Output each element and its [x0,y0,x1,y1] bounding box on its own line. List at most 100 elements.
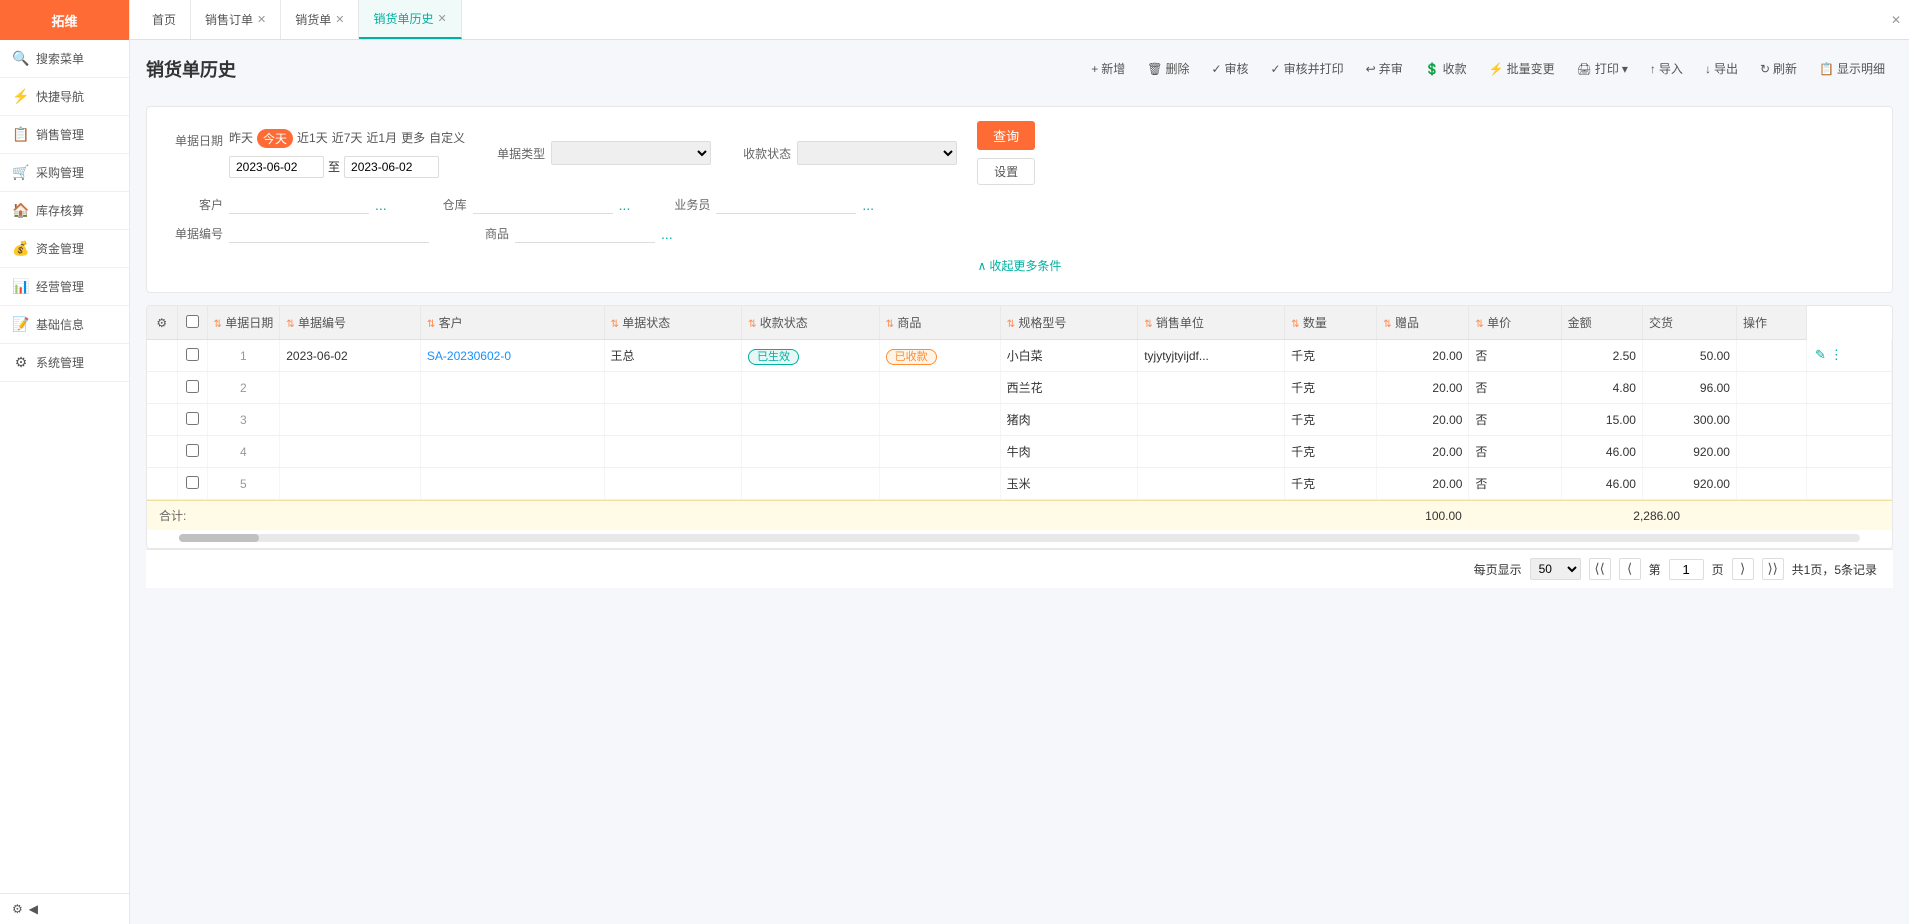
per-page-select[interactable]: 50 100 [1530,558,1581,580]
shortcut-1day[interactable]: 近1天 [297,129,328,148]
review-print-button[interactable]: ✓ 审核并打印 [1263,56,1352,81]
goods-input[interactable] [515,224,655,243]
sidebar-item-basic-info[interactable]: 📝 基础信息 [0,306,129,344]
shortcut-custom[interactable]: 自定义 [429,129,465,148]
date-from-input[interactable] [229,156,324,178]
sidebar-item-inventory[interactable]: 🏠 库存核算 [0,192,129,230]
col-quantity[interactable]: ⇅ 数量 [1285,306,1377,340]
sidebar-bottom-settings[interactable]: ⚙ ◀ [0,894,129,924]
col-spec[interactable]: ⇅ 规格型号 [1000,306,1138,340]
row-action[interactable] [1806,372,1891,404]
row-doc-no[interactable] [420,372,604,404]
sidebar-item-fund-mgmt[interactable]: 💰 资金管理 [0,230,129,268]
warehouse-input[interactable] [473,195,613,214]
scroll-thumb[interactable] [179,534,259,542]
table-checkbox-header[interactable] [177,306,207,340]
customer-dots-btn[interactable]: ... [375,197,387,213]
row-action[interactable] [1806,436,1891,468]
sidebar-item-quick-nav[interactable]: ⚡ 快捷导航 [0,78,129,116]
shortcut-yesterday[interactable]: 昨天 [229,129,253,148]
tab-bar-close-all[interactable]: ✕ [1891,13,1901,27]
col-gift[interactable]: ⇅ 赠品 [1377,306,1469,340]
tab-close-sales-order[interactable]: ✕ [257,13,266,26]
delete-button[interactable]: 🗑 删除 [1139,56,1197,81]
date-to-input[interactable] [344,156,439,178]
sidebar-item-search-menu[interactable]: 🔍 搜索菜单 [0,40,129,78]
row-checkbox-cell[interactable] [177,372,207,404]
warehouse-dots-btn[interactable]: ... [619,197,631,213]
doc-no-input[interactable] [229,224,429,243]
new-button[interactable]: + 新增 [1083,56,1133,81]
row-customer [604,372,742,404]
col-doc-no[interactable]: ⇅ 单据编号 [280,306,421,340]
review-button[interactable]: ✓ 审核 [1203,56,1256,81]
row-action[interactable]: ✎⋮ [1806,340,1891,372]
batch-change-button[interactable]: ⚡ 批量变更 [1481,56,1563,81]
refresh-button[interactable]: ↻ 刷新 [1752,56,1805,81]
row-checkbox[interactable] [186,412,199,425]
row-doc-no[interactable]: SA-20230602-0 [420,340,604,372]
customer-input[interactable] [229,195,369,214]
row-action[interactable] [1806,404,1891,436]
row-checkbox[interactable] [186,380,199,393]
first-page-button[interactable]: ⟨⟨ [1589,558,1611,580]
salesperson-dots-btn[interactable]: ... [862,197,874,213]
shortcut-7days[interactable]: 近7天 [332,129,363,148]
row-checkbox-cell[interactable] [177,340,207,372]
tab-sales-history[interactable]: 销货单历史 ✕ [359,0,461,39]
sidebar-item-purchase-mgmt[interactable]: 🛒 采购管理 [0,154,129,192]
edit-action[interactable]: ✎ [1815,347,1826,362]
sidebar-item-sales-mgmt[interactable]: 📋 销售管理 [0,116,129,154]
goods-dots-btn[interactable]: ... [661,226,673,242]
print-button[interactable]: 🖨 打印 ▾ [1569,56,1636,81]
export-button[interactable]: ↓ 导出 [1697,56,1746,81]
tab-close-sales-goods[interactable]: ✕ [335,13,344,26]
tab-close-sales-history[interactable]: ✕ [438,12,447,25]
row-checkbox-cell[interactable] [177,436,207,468]
collect-status-select[interactable] [797,141,957,165]
page-number-input[interactable] [1669,559,1704,580]
shortcut-more[interactable]: 更多 [401,129,425,148]
col-customer[interactable]: ⇅ 客户 [420,306,604,340]
query-button[interactable]: 查询 [977,121,1035,150]
table-settings-header[interactable]: ⚙ [147,306,177,340]
tab-home[interactable]: 首页 [138,0,191,39]
salesperson-input[interactable] [716,195,856,214]
next-page-button[interactable]: ⟩ [1732,558,1754,580]
row-checkbox[interactable] [186,348,199,361]
show-detail-button[interactable]: 📋 显示明细 [1811,56,1893,81]
row-no: 1 [207,340,280,372]
select-all-checkbox[interactable] [186,315,199,328]
more-action[interactable]: ⋮ [1830,347,1843,362]
sidebar-item-system-mgmt[interactable]: ⚙ 系统管理 [0,344,129,382]
col-unit[interactable]: ⇅ 销售单位 [1138,306,1285,340]
col-price[interactable]: ⇅ 单价 [1469,306,1561,340]
row-checkbox[interactable] [186,444,199,457]
collect-button[interactable]: 💲 收款 [1417,56,1475,81]
col-goods[interactable]: ⇅ 商品 [879,306,1000,340]
shortcut-1month[interactable]: 近1月 [366,129,397,148]
row-checkbox[interactable] [186,476,199,489]
collapse-button[interactable]: ∧ 收起更多条件 [163,253,1876,278]
sidebar-item-operation-mgmt[interactable]: 📊 经营管理 [0,268,129,306]
col-collect-status[interactable]: ⇅ 收款状态 [742,306,880,340]
row-checkbox-cell[interactable] [177,404,207,436]
setting-button[interactable]: 设置 [977,158,1035,185]
shortcut-today[interactable]: 今天 [257,129,293,148]
row-doc-no[interactable] [420,436,604,468]
row-doc-no[interactable] [420,404,604,436]
col-doc-status[interactable]: ⇅ 单据状态 [604,306,742,340]
row-doc-no[interactable] [420,468,604,500]
prev-page-button[interactable]: ⟨ [1619,558,1641,580]
col-date[interactable]: ⇅ 单据日期 [207,306,280,340]
import-button[interactable]: ↑ 导入 [1642,56,1691,81]
row-action[interactable] [1806,468,1891,500]
tab-sales-order[interactable]: 销售订单 ✕ [191,0,281,39]
row-unit: 千克 [1285,404,1377,436]
doc-type-select[interactable] [551,141,711,165]
abandon-button[interactable]: ↩ 弃审 [1358,56,1411,81]
tab-sales-goods[interactable]: 销货单 ✕ [281,0,359,39]
row-checkbox-cell[interactable] [177,468,207,500]
last-page-button[interactable]: ⟩⟩ [1762,558,1784,580]
horizontal-scrollbar[interactable] [179,534,1860,542]
